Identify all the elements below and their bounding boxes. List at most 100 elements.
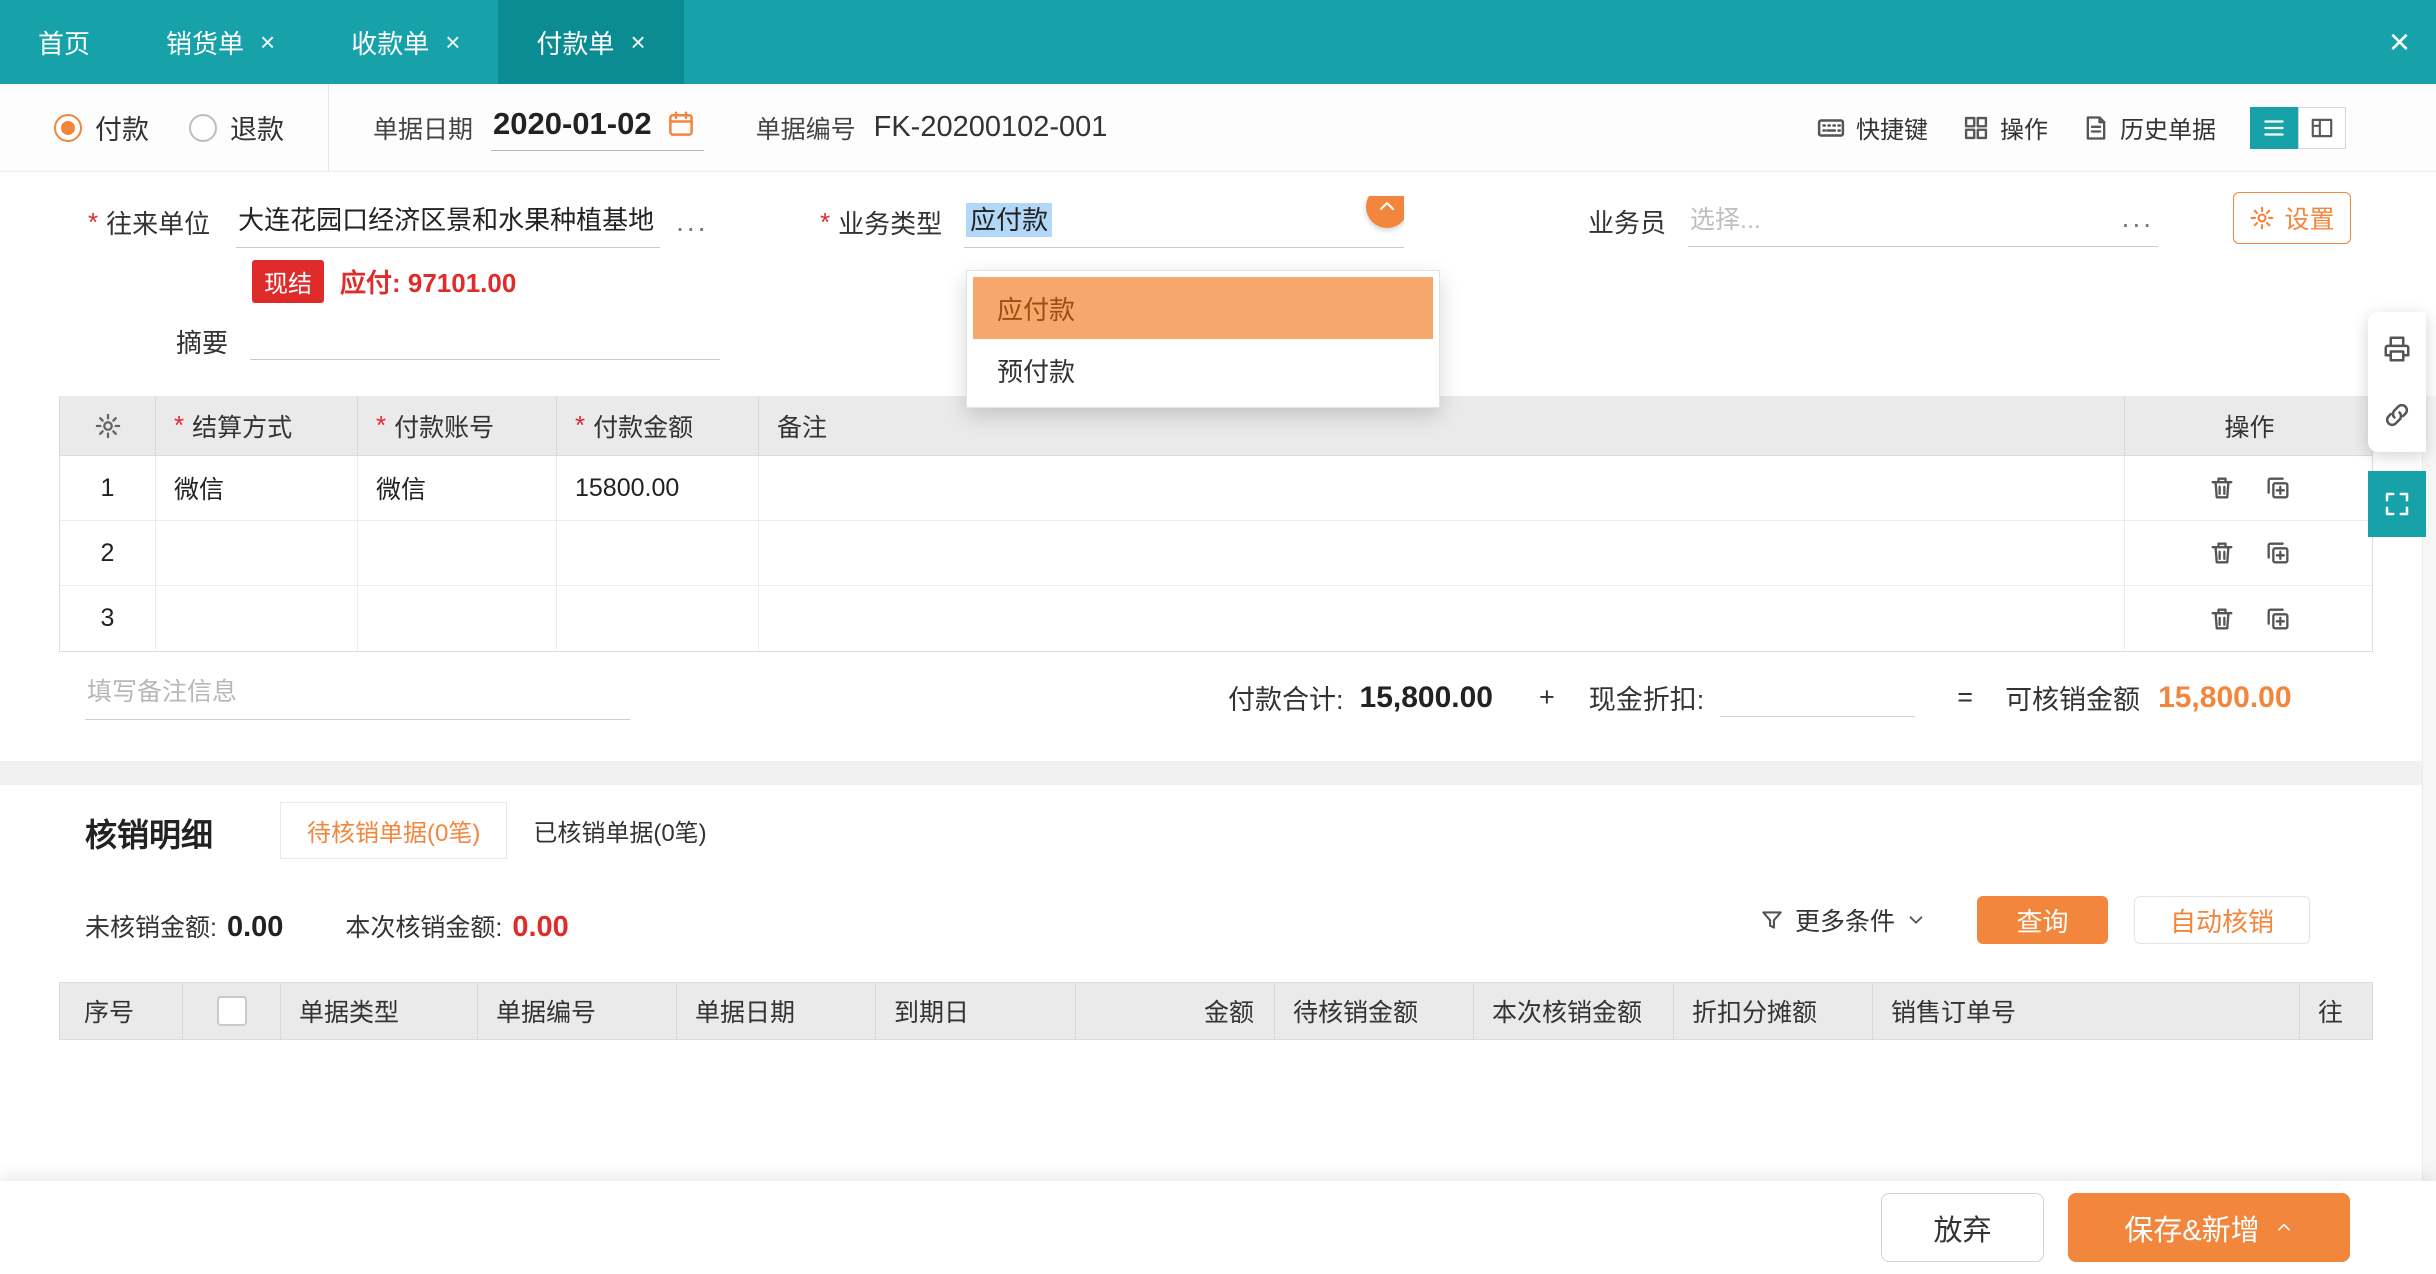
partner-lookup-button[interactable]: ...	[676, 206, 708, 238]
settings-button[interactable]: 设置	[2233, 192, 2351, 244]
link-icon[interactable]	[2382, 400, 2412, 430]
topbar: 首页 销货单 × 收款单 × 付款单 × ×	[0, 0, 2436, 84]
close-window-icon[interactable]: ×	[2363, 0, 2436, 84]
column-settings-button[interactable]	[60, 396, 156, 455]
doc-date-field[interactable]: 2020-01-02	[491, 104, 704, 151]
pay-total-label: 付款合计:	[1228, 685, 1344, 715]
salesman-field[interactable]: 选择... ...	[1688, 196, 2159, 247]
radio-pay-label: 付款	[95, 115, 149, 145]
remark-cell[interactable]	[759, 586, 2125, 651]
copy-row-icon[interactable]	[2264, 474, 2292, 502]
tab-sales-order[interactable]: 销货单 ×	[128, 0, 313, 84]
operations-button[interactable]: 操作	[1962, 110, 2048, 145]
summary-field[interactable]	[250, 316, 721, 360]
settle-method-cell[interactable]: 微信	[156, 456, 358, 520]
writeoff-table-header: 序号 单据类型 单据编号 单据日期 到期日 金额 待核销金额 本次核销金额 折扣…	[60, 983, 2372, 1039]
chevron-up-icon	[2274, 1218, 2294, 1238]
delete-row-icon[interactable]	[2208, 474, 2236, 502]
summary-input[interactable]	[252, 322, 717, 351]
header-settle-method: * 结算方式	[156, 396, 358, 455]
discard-button[interactable]: 放弃	[1881, 1193, 2044, 1262]
grid-icon	[1962, 114, 1990, 142]
settings-label: 设置	[2284, 206, 2335, 234]
doc-date-label: 单据日期	[373, 115, 474, 144]
copy-row-icon[interactable]	[2264, 539, 2292, 567]
tab-receipt[interactable]: 收款单 ×	[313, 0, 498, 84]
history-docs-button[interactable]: 历史单据	[2082, 110, 2216, 145]
tab-payment-label: 付款单	[536, 28, 615, 59]
required-mark: *	[820, 206, 831, 237]
summary-row: 摘要	[176, 316, 721, 360]
tab-payment[interactable]: 付款单 ×	[498, 0, 684, 84]
unverified-amount-label: 未核销金额:	[85, 914, 217, 942]
tab-done-docs[interactable]: 已核销单据(0笔)	[507, 802, 732, 859]
copy-row-icon[interactable]	[2264, 605, 2292, 633]
close-icon[interactable]: ×	[630, 27, 645, 58]
footer-bar: 放弃 保存&新增	[0, 1181, 2436, 1274]
view-toggle-group	[2250, 106, 2346, 149]
voucher-remark-input[interactable]	[87, 678, 628, 707]
header-amount-label: 付款金额	[593, 413, 694, 442]
biztype-field[interactable]: 应付款	[964, 196, 1405, 248]
delete-row-icon[interactable]	[2208, 539, 2236, 567]
radio-selected-icon[interactable]	[54, 113, 82, 142]
row-number: 1	[60, 456, 156, 520]
close-icon[interactable]: ×	[445, 27, 460, 58]
save-and-new-button[interactable]: 保存&新增	[2068, 1193, 2350, 1262]
tab-pending-docs[interactable]: 待核销单据(0笔)	[280, 802, 508, 859]
auto-writeoff-button[interactable]: 自动核销	[2134, 896, 2310, 944]
salesman-row: 业务员 选择... ...	[1588, 196, 2159, 247]
select-all-checkbox[interactable]	[216, 996, 247, 1026]
form-view-toggle[interactable]	[2298, 106, 2346, 149]
pay-account-cell[interactable]	[358, 521, 557, 585]
salesman-placeholder: 选择...	[1690, 206, 1761, 234]
tab-sales-order-label: 销货单	[166, 28, 245, 59]
shortcut-keys-button[interactable]: 快捷键	[1816, 110, 1928, 145]
doc-number-label: 单据编号	[755, 115, 856, 144]
pay-account-cell[interactable]	[358, 586, 557, 651]
partner-field[interactable]: 大连花园口经济区景和水果种植基地	[236, 196, 661, 248]
list-view-toggle[interactable]	[2250, 106, 2298, 149]
header-sales-order-no: 销售订单号	[1873, 983, 2300, 1039]
toolbar: 付款 退款 单据日期 2020-01-02 单据编号 FK-20200102-0…	[0, 84, 2436, 172]
more-filters-button[interactable]: 更多条件	[1759, 902, 1927, 938]
remark-cell[interactable]	[759, 456, 2125, 520]
settle-method-cell[interactable]	[156, 521, 358, 585]
header-current-amount: 本次核销金额	[1474, 983, 1674, 1039]
calendar-icon[interactable]	[666, 109, 696, 139]
delete-row-icon[interactable]	[2208, 605, 2236, 633]
document-history-icon	[2082, 114, 2110, 142]
salesman-lookup-button[interactable]: ...	[2122, 202, 2154, 234]
remark-cell[interactable]	[759, 521, 2125, 585]
radio-pay[interactable]: 付款	[54, 108, 149, 147]
radio-refund[interactable]: 退款	[189, 108, 284, 147]
expand-icon	[2382, 489, 2412, 519]
voucher-remark-field[interactable]	[85, 672, 630, 720]
pay-amount-cell[interactable]: 15800.00	[557, 456, 759, 520]
action-cell	[2125, 456, 2372, 520]
writeoff-stats: 未核销金额: 0.00 本次核销金额: 0.00	[85, 908, 569, 944]
dropdown-option-prepaid[interactable]: 预付款	[973, 339, 1433, 401]
cash-discount-label: 现金折扣:	[1588, 685, 1705, 715]
tab-home[interactable]: 首页	[0, 0, 128, 84]
dropdown-collapse-button[interactable]	[1366, 196, 1405, 228]
writeoff-controls: 更多条件 查询 自动核销	[1759, 896, 2310, 944]
settle-method-cell[interactable]	[156, 586, 358, 651]
print-icon[interactable]	[2382, 334, 2412, 364]
pay-account-cell[interactable]: 微信	[358, 456, 557, 520]
unverified-amount-value: 0.00	[226, 911, 284, 943]
radio-unselected-icon[interactable]	[189, 113, 217, 142]
cash-discount-input[interactable]	[1720, 679, 1916, 717]
dropdown-option-payable[interactable]: 应付款	[973, 277, 1433, 339]
toolbar-right: 快捷键 操作 历史单据	[1816, 106, 2436, 149]
list-view-icon	[2261, 115, 2287, 141]
table-row: 3	[60, 586, 2372, 651]
close-icon[interactable]: ×	[260, 27, 275, 58]
fullscreen-expand-button[interactable]	[2368, 471, 2426, 537]
query-button[interactable]: 查询	[1977, 896, 2108, 944]
pay-amount-cell[interactable]	[557, 586, 759, 651]
shortcut-keys-label: 快捷键	[1856, 117, 1928, 144]
pay-amount-cell[interactable]	[557, 521, 759, 585]
header-settle-label: 结算方式	[192, 413, 293, 442]
